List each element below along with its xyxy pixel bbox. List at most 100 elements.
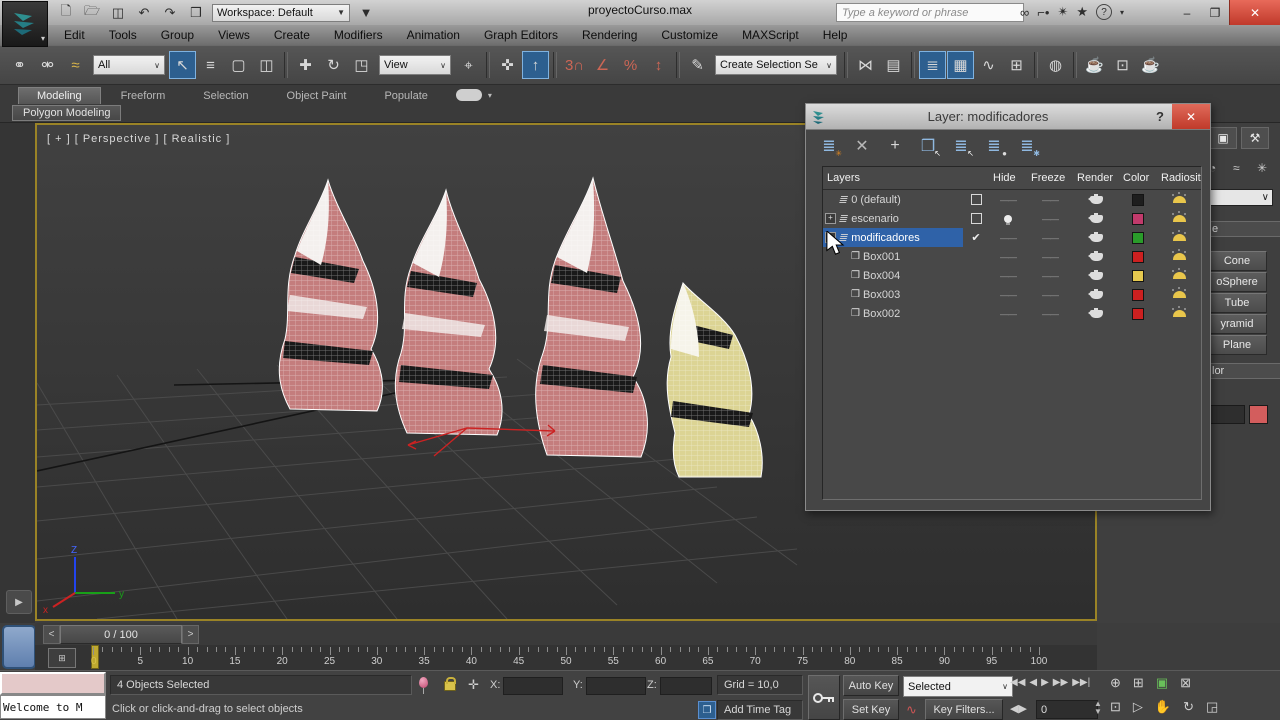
radiosity-cell[interactable]	[1157, 287, 1201, 298]
go-end-icon[interactable]: ▶▶|	[1072, 677, 1090, 688]
tab-freeform[interactable]: Freeform	[103, 88, 184, 104]
layer-list-header[interactable]: Layers Hide Freeze Render Color Radiosity	[823, 167, 1201, 190]
viewport-tab-arrow-button[interactable]: ▶	[6, 590, 32, 614]
x-coordinate-field[interactable]	[503, 677, 563, 695]
help-icon[interactable]: ?	[1096, 4, 1112, 20]
close-button[interactable]: ✕	[1229, 0, 1280, 25]
keyboard-override-icon[interactable]: ↑	[522, 51, 549, 79]
current-layer-cell[interactable]	[963, 213, 989, 224]
highlight-selected-objects-layers-icon[interactable]: ≣ ●	[983, 135, 1007, 158]
scene-explorer-icon[interactable]: ▦	[947, 51, 974, 79]
isolate-selection-toggle-icon[interactable]: ❒	[698, 701, 716, 719]
freeze-cell[interactable]: ——	[1027, 214, 1073, 224]
absolute-offset-mode-icon[interactable]: ✛	[468, 677, 479, 693]
subscription-key-icon[interactable]: ⌐•	[1037, 5, 1049, 20]
selection-lock-icon[interactable]	[444, 677, 456, 691]
create-new-layer-icon[interactable]: ≣ ✳	[818, 135, 842, 158]
polygon-modeling-panel[interactable]: Polygon Modeling	[12, 105, 122, 121]
layer-name-cell[interactable]: ❒ Box002	[823, 304, 963, 323]
menu-modifiers[interactable]: Modifiers	[322, 26, 395, 44]
zoom-extents-all-icon[interactable]: ⊠	[1180, 675, 1191, 691]
menu-tools[interactable]: Tools	[97, 26, 149, 44]
layer-manager-icon[interactable]: ≣	[919, 51, 946, 79]
object-type-rollout[interactable]: e	[1205, 221, 1280, 237]
layer-row-box004[interactable]: ❒ Box004 —— ——	[823, 266, 1201, 285]
menu-maxscript[interactable]: MAXScript	[730, 26, 811, 44]
infocenter-search-input[interactable]: Type a keyword or phrase	[836, 3, 1024, 22]
named-sets-dropdown[interactable]: Create Selection Se ∨	[715, 55, 837, 75]
snap-toggle-3d-icon[interactable]: 3∩	[561, 51, 588, 79]
create-button-plane[interactable]: Plane	[1207, 335, 1267, 355]
window-crossing-icon[interactable]: ◫	[253, 51, 280, 79]
curve-editor-icon[interactable]: ∿	[975, 51, 1002, 79]
radiosity-cell[interactable]	[1157, 230, 1201, 241]
dialog-title-bar[interactable]: Layer: modificadores ? ✕	[806, 104, 1210, 130]
add-time-tag[interactable]: Add Time Tag	[717, 700, 803, 720]
object-color-swatch[interactable]	[1249, 405, 1268, 424]
radiosity-cell[interactable]	[1157, 249, 1201, 260]
ribbon-pill-icon[interactable]	[455, 89, 482, 101]
help-caret-icon[interactable]: ▾	[1120, 8, 1124, 17]
ribbon-caret-icon[interactable]: ▾	[488, 91, 492, 100]
field-of-view-icon[interactable]: ▷	[1133, 699, 1143, 715]
selection-filter-dropdown[interactable]: All ∨	[93, 55, 165, 75]
freeze-cell[interactable]: ——	[1027, 233, 1073, 243]
select-and-move-icon[interactable]: ✚	[292, 51, 319, 79]
render-cell[interactable]	[1073, 193, 1119, 204]
column-radiosity[interactable]: Radiosity	[1157, 172, 1201, 184]
z-coordinate-field[interactable]	[660, 677, 712, 695]
radiosity-cell[interactable]	[1157, 192, 1201, 203]
time-slider-handle[interactable]: 0 / 100	[60, 625, 182, 644]
minimize-button[interactable]: –	[1173, 0, 1201, 25]
zoom-extents-icon[interactable]: ▣	[1156, 675, 1168, 691]
rect-selection-region-icon[interactable]: ▢	[225, 51, 252, 79]
add-selection-to-layer-icon[interactable]: +	[884, 135, 906, 157]
geometry-type-dropdown[interactable]: ∨	[1207, 189, 1273, 206]
render-cell[interactable]	[1073, 212, 1119, 223]
zoom-all-icon[interactable]: ⊞	[1133, 675, 1144, 691]
search-icon[interactable]: ∞	[1020, 5, 1029, 20]
delete-layer-icon[interactable]: ✕	[851, 135, 873, 157]
mirror-icon[interactable]: ⋈	[852, 51, 879, 79]
y-coordinate-field[interactable]	[586, 677, 646, 695]
select-and-manipulate-icon[interactable]: ✜	[494, 51, 521, 79]
favorites-star-icon[interactable]: ★	[1076, 4, 1088, 20]
layer-color-swatch[interactable]	[1132, 212, 1144, 225]
radiosity-cell[interactable]	[1157, 211, 1201, 222]
freeze-cell[interactable]: ——	[1027, 309, 1073, 319]
menu-views[interactable]: Views	[206, 26, 262, 44]
name-color-rollout[interactable]: lor	[1205, 363, 1280, 379]
color-cell[interactable]	[1119, 307, 1157, 320]
render-setup-icon[interactable]: ☕	[1081, 51, 1108, 79]
set-keys-button[interactable]	[808, 675, 840, 720]
dialog-close-button[interactable]: ✕	[1172, 104, 1210, 129]
freeze-cell[interactable]: ——	[1027, 252, 1073, 262]
menu-group[interactable]: Group	[149, 26, 206, 44]
menu-animation[interactable]: Animation	[395, 26, 472, 44]
communication-center-icon[interactable]: ✴	[1057, 4, 1068, 20]
column-color[interactable]: Color	[1119, 172, 1157, 184]
layer-color-swatch[interactable]	[1132, 250, 1144, 263]
hide-cell[interactable]: ——	[989, 309, 1027, 319]
freeze-cell[interactable]: ——	[1027, 271, 1073, 281]
align-icon[interactable]: ▤	[880, 51, 907, 79]
spinner-snap-icon[interactable]: ↕	[645, 51, 672, 79]
color-cell[interactable]	[1119, 269, 1157, 282]
menu-create[interactable]: Create	[262, 26, 322, 44]
hide-cell[interactable]: ——	[989, 290, 1027, 300]
render-cell[interactable]	[1073, 307, 1119, 318]
angle-snap-icon[interactable]: ∠	[589, 51, 616, 79]
utilities-panel-tab[interactable]: ⚒	[1241, 127, 1269, 149]
create-button-osphere[interactable]: oSphere	[1207, 272, 1267, 292]
hide-cell[interactable]: ——	[989, 252, 1027, 262]
menu-customize[interactable]: Customize	[649, 26, 730, 44]
auto-key-button[interactable]: Auto Key	[843, 675, 899, 696]
key-mode-dropdown[interactable]: Selected ∨	[903, 676, 1013, 697]
maxscript-mini-listener-white[interactable]: Welcome to M	[0, 695, 106, 719]
go-start-icon[interactable]: ◀◀	[1010, 677, 1025, 688]
render-cell[interactable]	[1073, 250, 1119, 261]
column-layers[interactable]: Layers	[823, 172, 963, 184]
hide-cell[interactable]	[989, 214, 1027, 225]
layer-name-cell[interactable]: + ≣ escenario	[823, 209, 963, 228]
reference-coordinate-dropdown[interactable]: View ∨	[379, 55, 451, 75]
